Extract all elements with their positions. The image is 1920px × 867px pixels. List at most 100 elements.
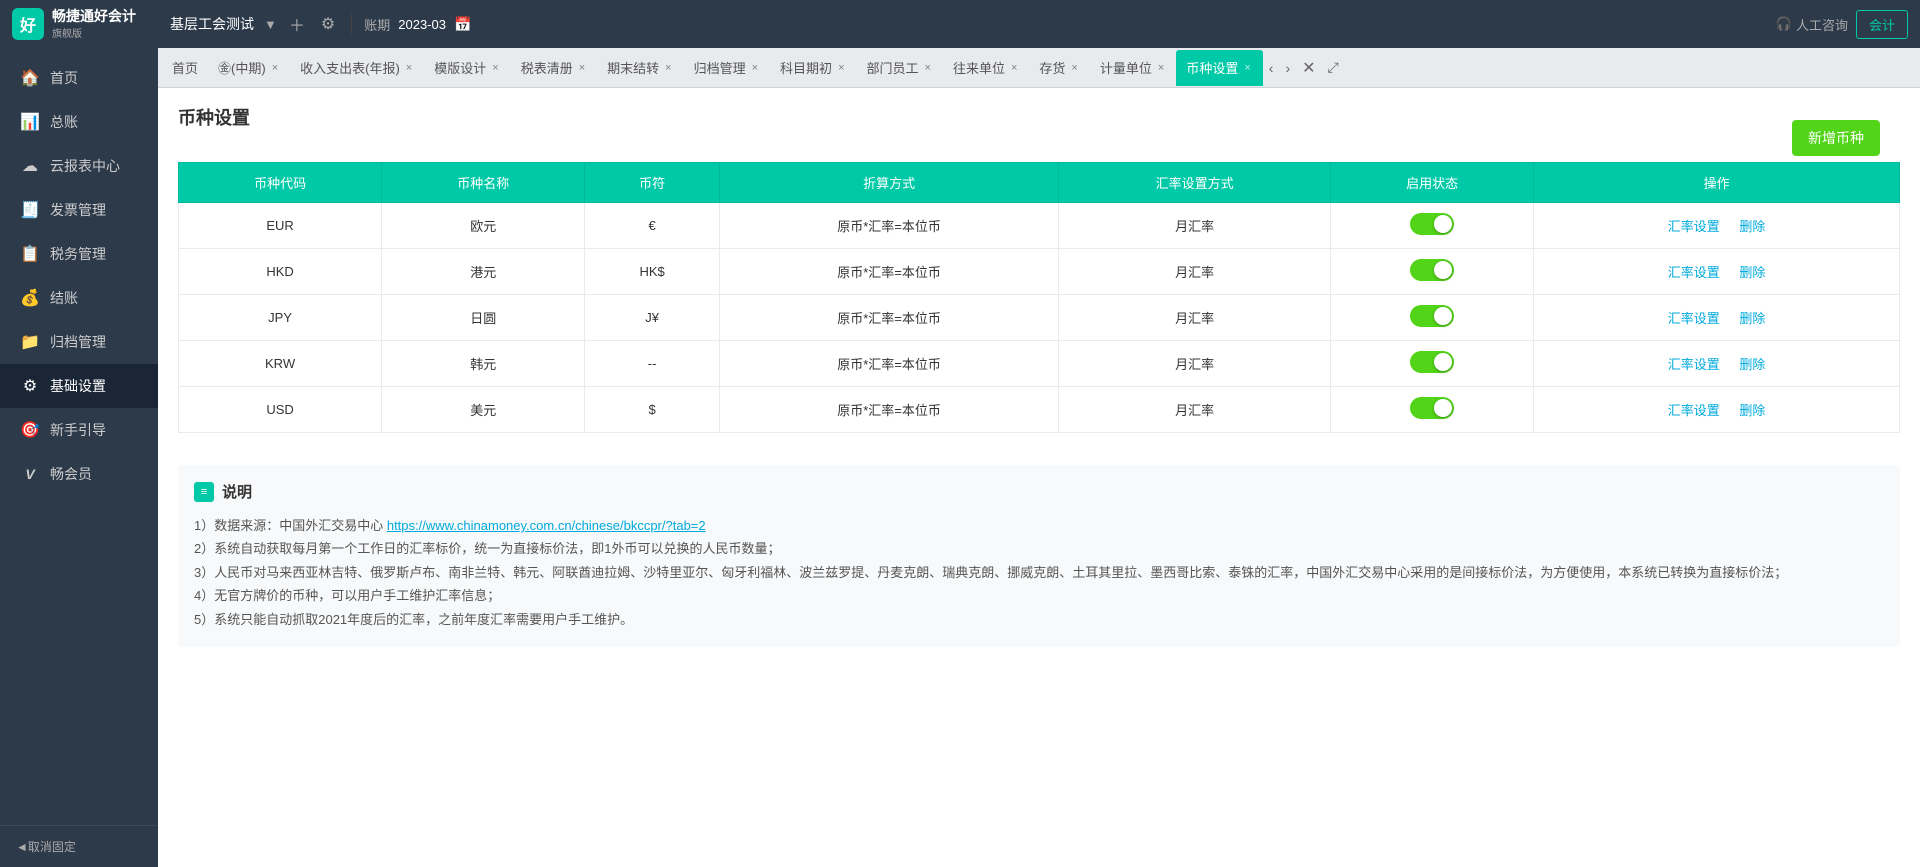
cell-code: KRW <box>179 341 382 387</box>
col-calc: 折算方式 <box>719 163 1058 203</box>
delete-link[interactable]: 删除 <box>1739 357 1765 372</box>
tab-currency-close[interactable]: × <box>1242 61 1252 75</box>
sidebar-footer: ◄取消固定 <box>0 825 158 867</box>
tab-report-close[interactable]: × <box>404 61 414 75</box>
tab-template-label: 模版设计 <box>434 58 486 77</box>
tab-tax-close[interactable]: × <box>577 61 587 75</box>
rate-settings-link[interactable]: 汇率设置 <box>1668 265 1720 280</box>
toggle-enabled[interactable] <box>1410 351 1454 373</box>
sidebar-nav: 🏠 首页 📊 总账 ☁ 云报表中心 🧾 发票管理 📋 税务管理 <box>0 48 158 825</box>
note-title: ≡ 说明 <box>194 481 1884 502</box>
sidebar-item-member[interactable]: V 畅会员 <box>0 452 158 496</box>
new-currency-btn[interactable]: 新增币种 <box>1792 120 1880 156</box>
tab-period[interactable]: 期末结转 × <box>597 50 683 86</box>
delete-link[interactable]: 删除 <box>1739 219 1765 234</box>
guide-icon: 🎯 <box>20 420 40 440</box>
tab-partner-close[interactable]: × <box>1009 61 1019 75</box>
sidebar-item-guide[interactable]: 🎯 新手引导 <box>0 408 158 452</box>
delete-link[interactable]: 删除 <box>1739 403 1765 418</box>
unpin-btn[interactable]: ◄取消固定 <box>16 838 142 855</box>
rate-settings-link[interactable]: 汇率设置 <box>1668 357 1720 372</box>
tab-tax[interactable]: 税表清册 × <box>511 50 597 86</box>
delete-link[interactable]: 删除 <box>1739 311 1765 326</box>
tab-archive-close[interactable]: × <box>750 61 760 75</box>
sidebar-item-cloud[interactable]: ☁ 云报表中心 <box>0 144 158 188</box>
tab-dept-close[interactable]: × <box>923 61 933 75</box>
tab-mid[interactable]: ㊎(中期) × <box>208 50 290 86</box>
cell-status <box>1331 387 1534 433</box>
tab-inventory-close[interactable]: × <box>1069 61 1079 75</box>
delete-link[interactable]: 删除 <box>1739 265 1765 280</box>
calendar-icon[interactable]: 📅 <box>454 16 471 33</box>
tab-home[interactable]: 首页 <box>162 50 208 86</box>
cell-actions: 汇率设置 删除 <box>1534 203 1900 249</box>
sidebar-item-settings[interactable]: ⚙ 基础设置 <box>0 364 158 408</box>
tab-dept-label: 部门员工 <box>867 58 919 77</box>
tab-partner[interactable]: 往来单位 × <box>943 50 1029 86</box>
app-name: 畅捷通好会计 <box>52 8 136 25</box>
tab-subject-close[interactable]: × <box>836 61 846 75</box>
sidebar-item-tax[interactable]: 📋 税务管理 <box>0 232 158 276</box>
cell-rate-type: 月汇率 <box>1059 341 1331 387</box>
sidebar-label-archive: 归档管理 <box>50 332 106 352</box>
rate-settings-link[interactable]: 汇率设置 <box>1668 219 1720 234</box>
tab-inventory[interactable]: 存货 × <box>1029 50 1089 86</box>
sidebar-label-checkout: 结账 <box>50 288 78 308</box>
toggle-enabled[interactable] <box>1410 213 1454 235</box>
cell-calc: 原币*汇率=本位币 <box>719 341 1058 387</box>
cell-name: 日圆 <box>382 295 585 341</box>
tab-next-btn[interactable]: › <box>1279 56 1296 80</box>
rate-settings-link[interactable]: 汇率设置 <box>1668 403 1720 418</box>
app-sub: 旗舰版 <box>52 25 136 40</box>
tab-subject[interactable]: 科目期初 × <box>770 50 856 86</box>
settings-icon[interactable]: ⚙ <box>317 10 339 38</box>
cell-name: 欧元 <box>382 203 585 249</box>
tab-unit[interactable]: 计量单位 × <box>1090 50 1176 86</box>
support-btn[interactable]: 🎧 人工咨询 <box>1776 15 1848 34</box>
period-label: 账期 <box>364 15 390 34</box>
tab-template-close[interactable]: × <box>490 61 500 75</box>
toggle-enabled[interactable] <box>1410 305 1454 327</box>
period-value[interactable]: 2023-03 <box>398 17 446 32</box>
tab-unit-close[interactable]: × <box>1156 61 1166 75</box>
tab-tax-label: 税表清册 <box>521 58 573 77</box>
account-btn[interactable]: 会计 <box>1856 10 1908 39</box>
sidebar-item-invoice[interactable]: 🧾 发票管理 <box>0 188 158 232</box>
tab-home-label: 首页 <box>172 58 198 77</box>
tab-close-all-btn[interactable]: ✕ <box>1296 54 1321 82</box>
sidebar-item-ledger[interactable]: 📊 总账 <box>0 100 158 144</box>
cell-code: JPY <box>179 295 382 341</box>
sidebar-item-checkout[interactable]: 💰 结账 <box>0 276 158 320</box>
support-label: 人工咨询 <box>1796 15 1848 34</box>
cell-status <box>1331 203 1534 249</box>
tab-expand-btn[interactable]: ⤢ <box>1322 55 1345 80</box>
tab-currency[interactable]: 币种设置 × <box>1176 50 1262 86</box>
tab-archive[interactable]: 归档管理 × <box>684 50 770 86</box>
tab-mid-close[interactable]: × <box>270 61 280 75</box>
rate-settings-link[interactable]: 汇率设置 <box>1668 311 1720 326</box>
toggle-enabled[interactable] <box>1410 397 1454 419</box>
add-tab-btn[interactable]: ＋ <box>285 8 309 40</box>
member-icon: V <box>20 466 40 482</box>
sidebar-item-home[interactable]: 🏠 首页 <box>0 56 158 100</box>
note-external-link[interactable]: https://www.chinamoney.com.cn/chinese/bk… <box>387 518 706 533</box>
tab-prev-btn[interactable]: ‹ <box>1263 56 1280 80</box>
top-bar-content: 基层工会测试 ▼ ＋ ⚙ 账期 2023-03 📅 <box>170 8 1776 40</box>
tab-archive-label: 归档管理 <box>694 58 746 77</box>
archive-icon: 📁 <box>20 332 40 352</box>
toggle-enabled[interactable] <box>1410 259 1454 281</box>
logo-area: 好 畅捷通好会计 旗舰版 <box>12 8 170 40</box>
dropdown-icon[interactable]: ▼ <box>264 17 277 32</box>
col-action: 操作 <box>1534 163 1900 203</box>
page-title: 币种设置 <box>178 104 250 130</box>
cell-calc: 原币*汇率=本位币 <box>719 203 1058 249</box>
cell-symbol: $ <box>585 387 720 433</box>
tab-report[interactable]: 收入支出表(年报) × <box>290 50 424 86</box>
sidebar-item-archive[interactable]: 📁 归档管理 <box>0 320 158 364</box>
tab-dept[interactable]: 部门员工 × <box>857 50 943 86</box>
page-content: 币种设置 新增币种 币种代码 币种名称 币符 折算方式 汇率设置方式 启用状态 … <box>158 88 1920 867</box>
tab-period-close[interactable]: × <box>663 61 673 75</box>
project-name[interactable]: 基层工会测试 <box>170 14 254 34</box>
cell-name: 美元 <box>382 387 585 433</box>
tab-template[interactable]: 模版设计 × <box>424 50 510 86</box>
